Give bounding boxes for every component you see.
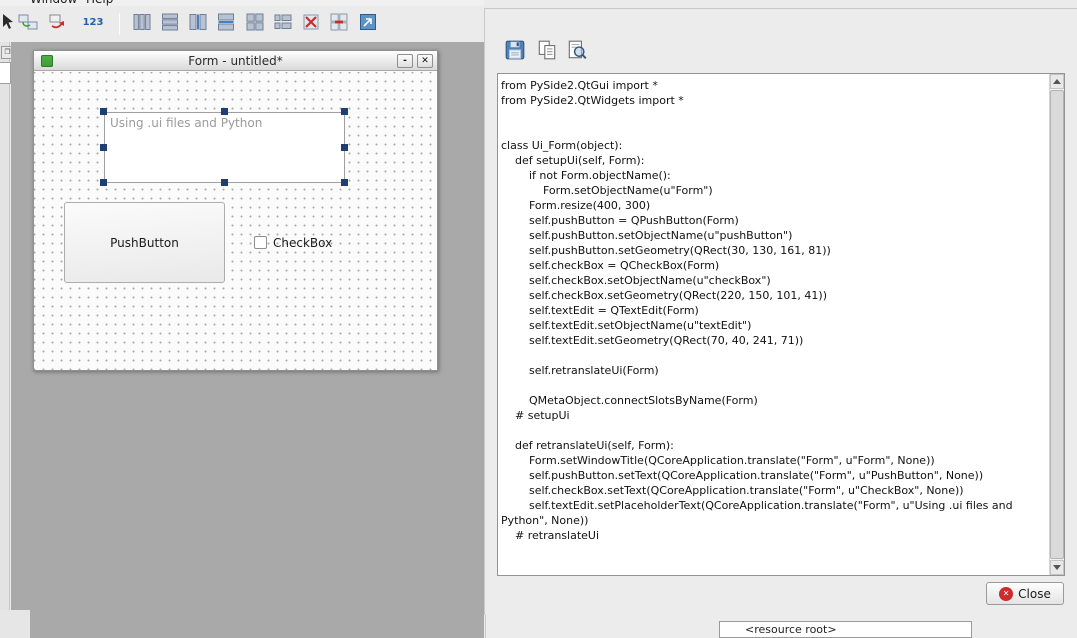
edit-buddies-icon — [48, 12, 68, 32]
edit-buddies-button[interactable] — [46, 10, 70, 34]
save-icon — [504, 39, 526, 61]
window-close-button[interactable]: ✕ — [417, 54, 433, 68]
left-dock-strip — [0, 42, 10, 638]
form-designer-window: Form - untitled* - ✕ Using .ui files and… — [33, 50, 438, 371]
checkbox-indicator[interactable] — [254, 236, 267, 249]
close-x-icon: ✕ — [999, 587, 1013, 601]
simplify-grid-layout-icon — [329, 12, 349, 32]
main-toolbar: 123 — [0, 6, 484, 42]
copy-button[interactable] — [536, 39, 560, 63]
lay-out-in-form-layout-button[interactable] — [271, 10, 295, 34]
textedit-placeholder: Using .ui files and Python — [110, 116, 262, 130]
lay-out-in-grid-icon — [245, 12, 265, 32]
break-layout-button[interactable] — [299, 10, 323, 34]
toolbar-separator — [119, 13, 120, 35]
up-arrow-icon — [1053, 79, 1061, 84]
selection-handle-mid-left[interactable] — [100, 144, 107, 151]
widgetbox-filter-fragment[interactable] — [0, 62, 11, 84]
scroll-down-icon[interactable] — [1050, 560, 1064, 575]
edit-tab-order-icon: 123 — [83, 17, 104, 28]
window-controls: - ✕ — [397, 54, 433, 68]
copy-icon — [536, 39, 558, 61]
find-icon — [566, 39, 588, 61]
resource-root-item[interactable]: <resource root> — [745, 623, 837, 636]
minimize-button[interactable]: - — [397, 54, 413, 68]
close-button-label: Close — [1018, 587, 1051, 601]
lay-out-horizontally-in-splitter-icon — [188, 12, 208, 32]
lay-out-in-form-layout-icon — [273, 12, 293, 32]
code-vertical-scrollbar[interactable] — [1049, 74, 1064, 575]
form-canvas[interactable]: Using .ui files and Python PushButton Ch… — [34, 72, 437, 370]
adjust-size-button[interactable] — [356, 10, 380, 34]
edit-tab-order-button[interactable]: 123 — [78, 10, 108, 34]
lay-out-horizontally-in-splitter-button[interactable] — [186, 10, 210, 34]
textedit-widget[interactable]: Using .ui files and Python — [104, 112, 345, 183]
checkbox-widget[interactable]: CheckBox — [254, 222, 355, 263]
lay-out-vertically-button[interactable] — [158, 10, 182, 34]
selection-handle-bottom-left[interactable] — [100, 179, 107, 186]
close-dialog-button[interactable]: ✕ Close — [986, 582, 1064, 605]
pushbutton-widget[interactable]: PushButton — [64, 202, 225, 283]
edit-widgets-icon — [0, 12, 16, 32]
selection-handle-top-right[interactable] — [341, 108, 348, 115]
selection-handle-bottom-center[interactable] — [221, 179, 228, 186]
lay-out-horizontally-button[interactable] — [130, 10, 154, 34]
selection-handle-top-left[interactable] — [100, 108, 107, 115]
scrollbar-thumb[interactable] — [1050, 90, 1064, 559]
lay-out-vertically-in-splitter-button[interactable] — [214, 10, 238, 34]
lay-out-vertically-in-splitter-icon — [216, 12, 236, 32]
break-layout-icon — [301, 12, 321, 32]
selection-handle-bottom-right[interactable] — [341, 179, 348, 186]
form-window-title: Form - untitled* — [34, 54, 437, 68]
lay-out-vertically-icon — [160, 12, 180, 32]
lay-out-horizontally-icon — [132, 12, 152, 32]
lay-out-in-grid-button[interactable] — [243, 10, 267, 34]
simplify-grid-layout-button[interactable] — [327, 10, 351, 34]
down-arrow-icon — [1053, 565, 1061, 570]
code-view[interactable]: from PySide2.QtGui import * from PySide2… — [497, 73, 1065, 576]
bottom-left-panel-corner — [0, 610, 30, 638]
selection-handle-mid-right[interactable] — [341, 144, 348, 151]
mdi-area: Form - untitled* - ✕ Using .ui files and… — [11, 42, 484, 638]
generated-python-code: from PySide2.QtGui import * from PySide2… — [498, 74, 1048, 547]
save-button[interactable] — [504, 39, 528, 63]
resource-tree[interactable]: <resource root> — [719, 621, 972, 638]
code-preview-panel: from PySide2.QtGui import * from PySide2… — [484, 8, 1077, 615]
scroll-up-icon[interactable] — [1050, 74, 1064, 89]
resource-browser-fragment: <resource root> — [485, 615, 1077, 638]
form-window-titlebar[interactable]: Form - untitled* - ✕ — [34, 51, 437, 71]
edit-signals-slots-icon — [18, 12, 38, 32]
selection-handle-top-center[interactable] — [221, 108, 228, 115]
find-button[interactable] — [566, 39, 590, 63]
checkbox-label: CheckBox — [273, 236, 332, 250]
edit-signals-slots-button[interactable] — [16, 10, 40, 34]
adjust-size-icon — [358, 12, 378, 32]
